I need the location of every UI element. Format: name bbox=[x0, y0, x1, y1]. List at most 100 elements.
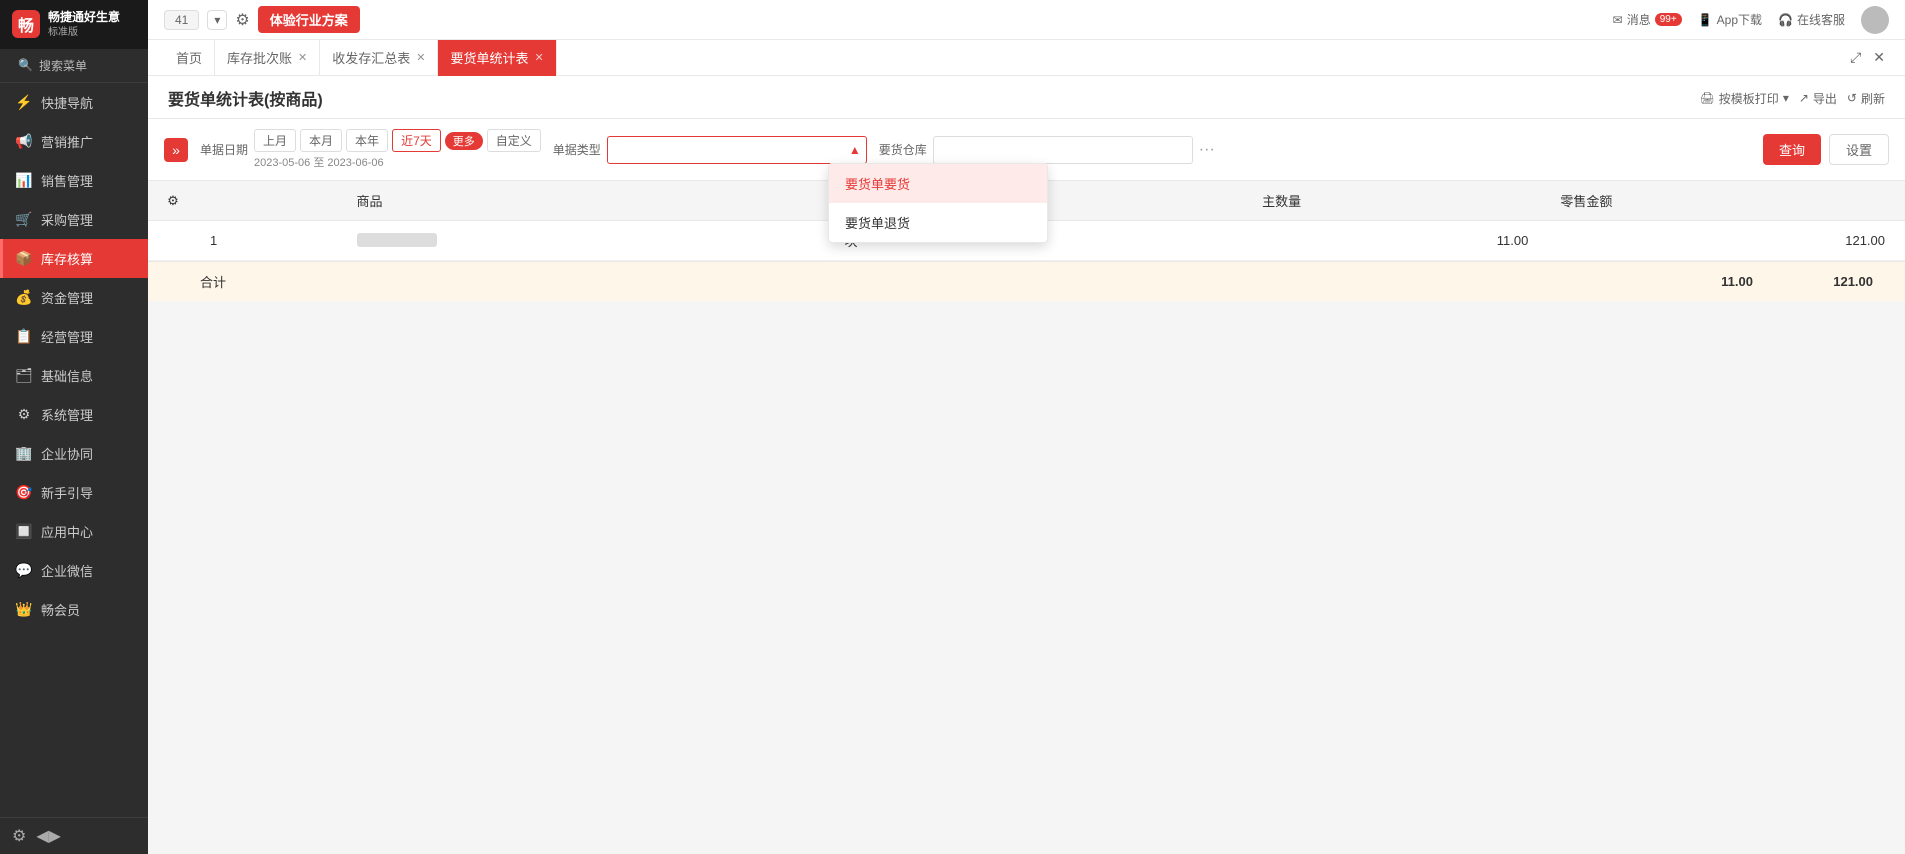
tabs-count-badge: 41 bbox=[164, 10, 199, 30]
tab-receivable-close[interactable]: ✕ bbox=[416, 51, 425, 64]
expand-icon: » bbox=[172, 142, 180, 158]
tab-home[interactable]: 首页 bbox=[164, 40, 215, 76]
date-label: 单据日期 bbox=[200, 141, 248, 158]
sidebar-item-basic[interactable]: 🗂 基础信息 bbox=[0, 356, 148, 395]
footer-amount: 121.00 bbox=[1773, 274, 1893, 289]
footer-quantity: 11.00 bbox=[1653, 274, 1773, 289]
sidebar-item-purchase[interactable]: 🛒 采购管理 bbox=[0, 200, 148, 239]
header-right: ✉ 消息 99+ 📱 App下载 🎧 在线客服 bbox=[1613, 6, 1889, 34]
member-icon: 👑 bbox=[15, 600, 33, 618]
filter-warehouse-group: 要货仓库 ··· bbox=[879, 136, 1215, 164]
purchase-icon: 🛒 bbox=[15, 210, 33, 228]
period-this-year[interactable]: 本年 bbox=[346, 129, 388, 152]
trial-btn[interactable]: 体验行业方案 bbox=[258, 6, 360, 33]
dropdown-item-order-return[interactable]: 要货单退货 bbox=[829, 203, 1047, 242]
refresh-icon: ↺ bbox=[1847, 91, 1857, 105]
tab-order-close[interactable]: ✕ bbox=[535, 51, 544, 64]
page-title-bar: 要货单统计表(按商品) 🖨 按模板打印 ▾ ↗ 导出 ↺ 刷新 bbox=[148, 76, 1905, 119]
tab-maximize-btn[interactable]: ⤢ bbox=[1846, 47, 1865, 68]
collapse-footer-btn[interactable]: ◀▶ bbox=[36, 826, 61, 846]
sidebar-search[interactable]: 🔍 搜索菜单 bbox=[0, 49, 148, 83]
tab-receivable[interactable]: 收发存汇总表 ✕ bbox=[320, 40, 438, 76]
logo-sub: 标准版 bbox=[48, 26, 120, 39]
sidebar-item-quick-nav[interactable]: ⚡ 快捷导航 bbox=[0, 83, 148, 122]
tab-batch-account[interactable]: 库存批次账 ✕ bbox=[215, 40, 320, 76]
guide-icon: 🎯 bbox=[15, 483, 33, 501]
finance-icon: 💰 bbox=[15, 288, 33, 306]
tab-close-all-btn[interactable]: ✕ bbox=[1869, 47, 1889, 68]
warehouse-input[interactable] bbox=[933, 136, 1193, 164]
online-service-item[interactable]: 🎧 在线客服 bbox=[1778, 11, 1845, 28]
filter-type-group: 单据类型 ▲ bbox=[553, 136, 867, 164]
tab-bar: 首页 库存批次账 ✕ 收发存汇总表 ✕ 要货单统计表 ✕ ⤢ ✕ bbox=[148, 40, 1905, 76]
dropdown-item-order-goods[interactable]: 要货单要货 bbox=[829, 164, 1047, 203]
sidebar-item-sales[interactable]: 📊 销售管理 bbox=[0, 161, 148, 200]
sidebar-footer: ⚙ ◀▶ bbox=[0, 817, 148, 854]
inventory-icon: 📦 bbox=[15, 249, 33, 267]
footer-total-label: 合计 bbox=[160, 272, 400, 291]
col-amount: 零售金额 bbox=[1548, 181, 1905, 221]
warehouse-more-icon[interactable]: ··· bbox=[1199, 141, 1215, 159]
period-more-btn[interactable]: 更多 bbox=[445, 132, 483, 150]
sales-icon: 📊 bbox=[15, 171, 33, 189]
sidebar: 畅 畅捷通好生意 标准版 🔍 搜索菜单 ⚡ 快捷导航 📢 营销推广 📊 销售管理… bbox=[0, 0, 148, 854]
sidebar-logo: 畅 畅捷通好生意 标准版 bbox=[0, 0, 148, 49]
print-icon: 🖨 bbox=[1700, 91, 1715, 105]
row-amount-cell: 121.00 bbox=[1548, 221, 1905, 261]
tab-home-label: 首页 bbox=[176, 48, 202, 67]
user-avatar[interactable] bbox=[1861, 6, 1889, 34]
table-footer: 合计 11.00 121.00 bbox=[148, 261, 1905, 301]
filter-date-range: 2023-05-06 至 2023-06-06 bbox=[254, 154, 541, 170]
enterprise-icon: 🏢 bbox=[15, 444, 33, 462]
sidebar-item-member[interactable]: 👑 畅会员 bbox=[0, 590, 148, 629]
print-btn[interactable]: 🖨 按模板打印 ▾ bbox=[1700, 90, 1789, 107]
type-dropdown-overlay: 要货单要货 要货单退货 bbox=[828, 163, 1048, 243]
type-label: 单据类型 bbox=[553, 141, 601, 158]
export-icon: ↗ bbox=[1799, 91, 1809, 105]
apps-icon: 🔲 bbox=[15, 522, 33, 540]
sidebar-item-inventory[interactable]: 📦 库存核算 bbox=[0, 239, 148, 278]
refresh-btn[interactable]: ↺ 刷新 bbox=[1847, 90, 1885, 107]
tab-batch-close[interactable]: ✕ bbox=[298, 51, 307, 64]
settings-btn[interactable]: 设置 bbox=[1829, 134, 1889, 165]
filter-expand-btn[interactable]: » bbox=[164, 138, 188, 162]
logo-icon: 畅 bbox=[12, 10, 40, 38]
tab-order-stats[interactable]: 要货单统计表 ✕ bbox=[438, 40, 556, 76]
messages-item[interactable]: ✉ 消息 99+ bbox=[1613, 11, 1682, 28]
tabs-dropdown-btn[interactable]: ▾ bbox=[207, 10, 227, 30]
sidebar-search-label: 搜索菜单 bbox=[39, 57, 87, 74]
sidebar-item-apps[interactable]: 🔲 应用中心 bbox=[0, 512, 148, 551]
main-content: 41 ▾ ⚙ 体验行业方案 ✉ 消息 99+ 📱 App下载 🎧 在线客服 首 bbox=[148, 0, 1905, 854]
sidebar-item-guide[interactable]: 🎯 新手引导 bbox=[0, 473, 148, 512]
type-input[interactable] bbox=[607, 136, 867, 164]
period-custom-btn[interactable]: 自定义 bbox=[487, 129, 541, 152]
app-download-item[interactable]: 📱 App下载 bbox=[1698, 11, 1762, 28]
page-body: 要货单统计表(按商品) 🖨 按模板打印 ▾ ↗ 导出 ↺ 刷新 bbox=[148, 76, 1905, 854]
header-left: 41 ▾ ⚙ 体验行业方案 bbox=[164, 6, 360, 33]
product-name-blurred bbox=[357, 233, 437, 247]
query-btn[interactable]: 查询 bbox=[1763, 134, 1821, 165]
logo-title: 畅捷通好生意 bbox=[48, 10, 120, 26]
tab-bar-controls: ⤢ ✕ bbox=[1846, 47, 1889, 68]
system-icon: ⚙ bbox=[15, 405, 33, 423]
sidebar-item-finance[interactable]: 💰 资金管理 bbox=[0, 278, 148, 317]
settings-footer-btn[interactable]: ⚙ bbox=[12, 826, 26, 846]
sidebar-item-system[interactable]: ⚙ 系统管理 bbox=[0, 395, 148, 434]
wechat-icon: 💬 bbox=[15, 561, 33, 579]
basic-icon: 🗂 bbox=[15, 366, 33, 384]
page-title: 要货单统计表(按商品) bbox=[168, 86, 323, 110]
period-this-month[interactable]: 本月 bbox=[300, 129, 342, 152]
sidebar-item-marketing[interactable]: 📢 营销推广 bbox=[0, 122, 148, 161]
filter-bar: » 单据日期 上月 本月 本年 近7天 更多 自定义 2 bbox=[148, 119, 1905, 181]
period-7days[interactable]: 近7天 bbox=[392, 129, 441, 152]
sidebar-item-wechat[interactable]: 💬 企业微信 bbox=[0, 551, 148, 590]
online-service-label: 在线客服 bbox=[1797, 11, 1845, 28]
period-last-month[interactable]: 上月 bbox=[254, 129, 296, 152]
export-btn[interactable]: ↗ 导出 bbox=[1799, 90, 1837, 107]
sidebar-item-enterprise[interactable]: 🏢 企业协同 bbox=[0, 434, 148, 473]
filter-period-btns: 上月 本月 本年 近7天 更多 bbox=[254, 129, 483, 152]
col-settings[interactable]: ⚙ bbox=[148, 181, 198, 221]
sidebar-item-operations[interactable]: 📋 经营管理 bbox=[0, 317, 148, 356]
marketing-icon: 📢 bbox=[15, 132, 33, 150]
header-settings-btn[interactable]: ⚙ bbox=[235, 10, 249, 30]
